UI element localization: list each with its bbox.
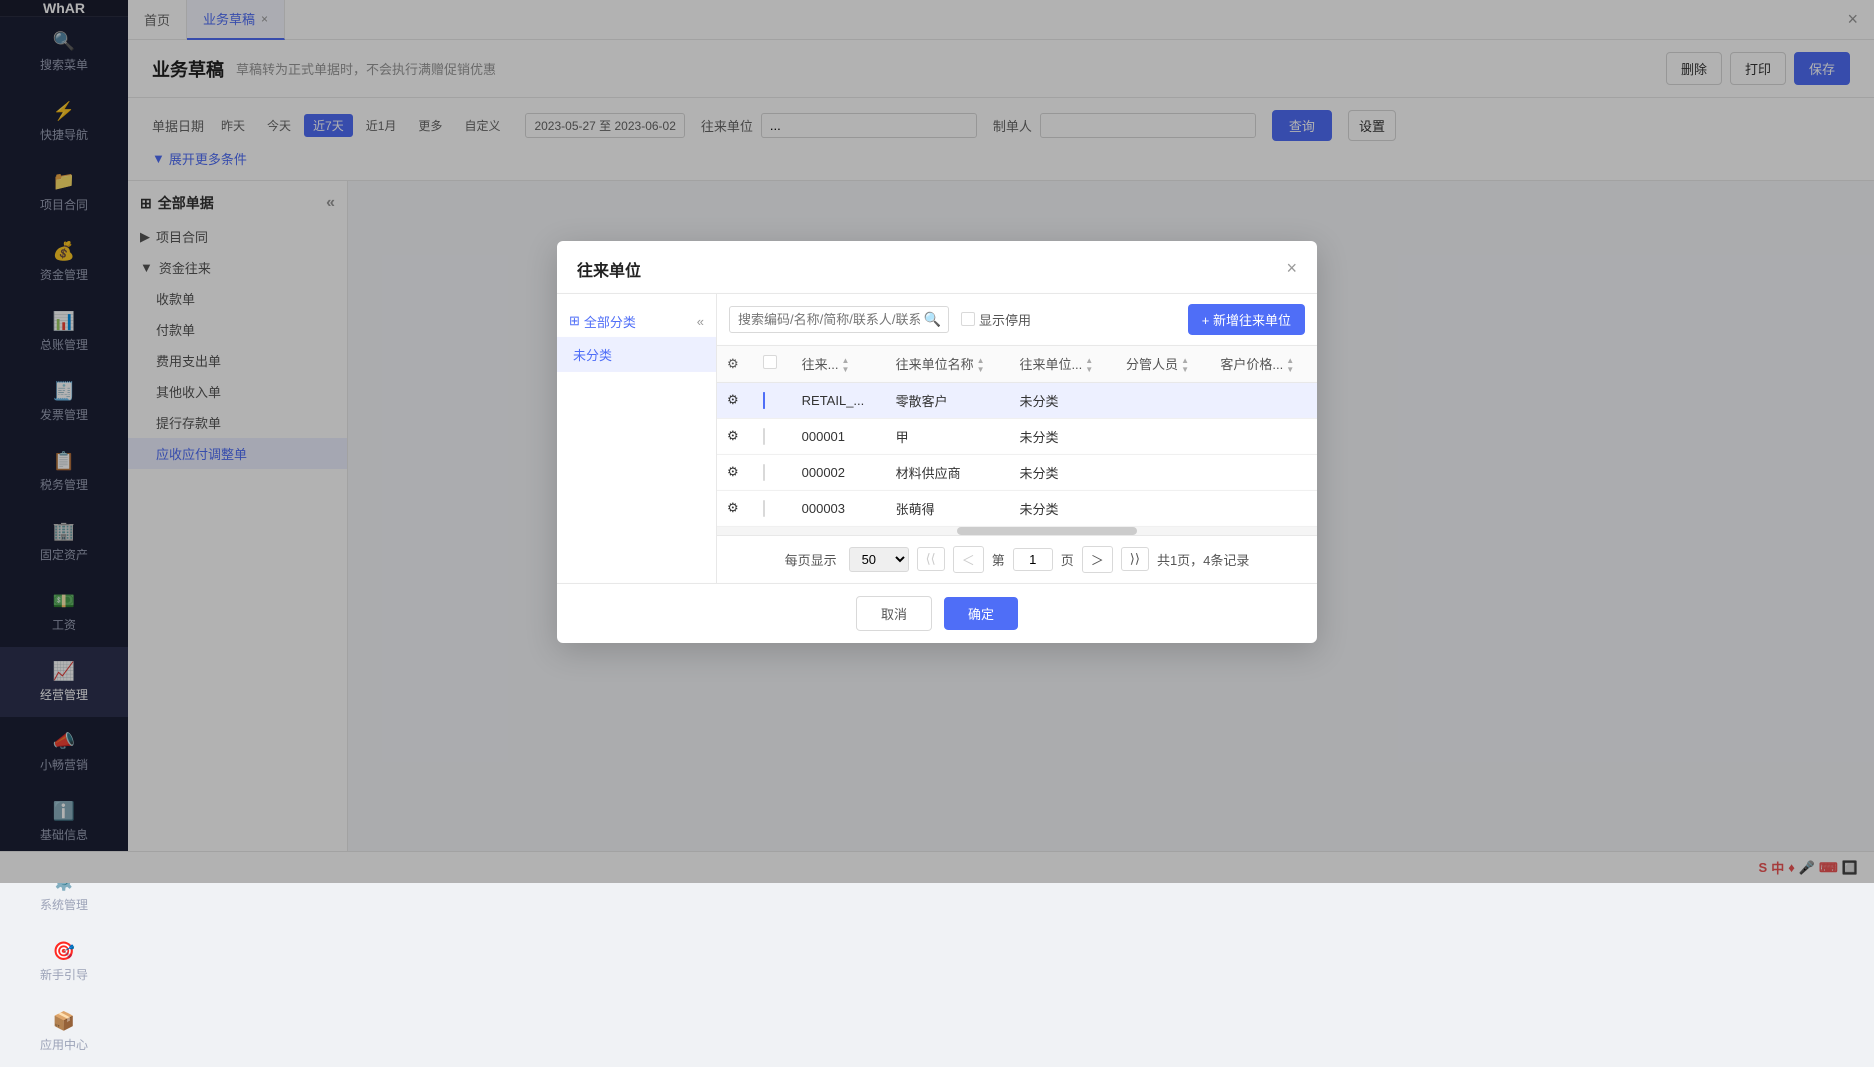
page-suffix: 页 — [1061, 550, 1074, 569]
page-label: 第 — [992, 550, 1005, 569]
col-name: 往来单位名称▲▼ — [886, 345, 1010, 382]
cancel-button[interactable]: 取消 — [856, 596, 932, 631]
show-disabled-toggle[interactable]: 显示停用 — [961, 309, 1031, 328]
newbie-icon: 🎯 — [53, 941, 75, 962]
row-manager — [1116, 418, 1210, 454]
appcenter-icon: 📦 — [53, 1011, 75, 1032]
dialog-category-header: ⊞ 全部分类 « — [557, 305, 716, 336]
row-price-group — [1210, 418, 1317, 454]
dialog-body: ⊞ 全部分类 « 未分类 🔍 显示停用 + 新增往来单位 — [557, 293, 1317, 582]
category-item-uncategorized[interactable]: 未分类 — [557, 336, 716, 371]
row-price-group — [1210, 454, 1317, 490]
row-settings: ⚙ — [717, 418, 753, 454]
search-wrapper: 🔍 — [729, 305, 949, 332]
row-settings: ⚙ — [717, 454, 753, 490]
category-title-area: ⊞ 全部分类 — [569, 311, 636, 330]
total-label: 共1页，4条记录 — [1157, 550, 1249, 569]
dialog-pagination: 每页显示 50 100 200 ⟨⟨ ＜ 第 页 ＞ ⟩⟩ 共1页，4条记录 — [717, 535, 1317, 583]
page-input[interactable] — [1013, 548, 1053, 571]
dialog-header: 往来单位 × — [557, 240, 1317, 293]
dialog-toolbar: 🔍 显示停用 + 新增往来单位 — [717, 293, 1317, 345]
page-prev-btn[interactable]: ＜ — [953, 546, 984, 573]
category-header-label: 全部分类 — [584, 311, 636, 330]
table-row[interactable]: ⚙ RETAIL_... 零散客户 未分类 — [717, 382, 1317, 418]
col-category: 往来单位...▲▼ — [1009, 345, 1116, 382]
row-check[interactable] — [753, 418, 792, 454]
col-settings: ⚙ — [717, 345, 753, 382]
col-price-group: 客户价格...▲▼ — [1210, 345, 1317, 382]
row-code: 000001 — [792, 418, 886, 454]
page-first-btn[interactable]: ⟨⟨ — [917, 547, 945, 571]
table-row[interactable]: ⚙ 000002 材料供应商 未分类 — [717, 454, 1317, 490]
per-page-label: 每页显示 — [785, 550, 837, 569]
row-price-group — [1210, 490, 1317, 526]
partner-dialog: 往来单位 × ⊞ 全部分类 « 未分类 🔍 — [557, 240, 1317, 642]
category-item-label: 未分类 — [573, 347, 612, 362]
grid-icon-small: ⊞ — [569, 313, 580, 329]
dialog-table-panel: 🔍 显示停用 + 新增往来单位 ⚙ 往来...▲▼ 往来单位名称▲▼ — [717, 293, 1317, 582]
row-code: RETAIL_... — [792, 382, 886, 418]
page-next-btn[interactable]: ＞ — [1082, 546, 1113, 573]
row-category: 未分类 — [1009, 454, 1116, 490]
sidebar-item-label: 系统管理 — [40, 896, 88, 913]
dialog-table: ⚙ 往来...▲▼ 往来单位名称▲▼ 往来单位...▲▼ 分管人员▲▼ 客户价格… — [717, 345, 1317, 526]
row-name: 甲 — [886, 418, 1010, 454]
row-manager — [1116, 490, 1210, 526]
table-scrollbar[interactable] — [717, 527, 1317, 535]
row-check[interactable] — [753, 454, 792, 490]
per-page-select[interactable]: 50 100 200 — [849, 547, 909, 572]
table-row[interactable]: ⚙ 000001 甲 未分类 — [717, 418, 1317, 454]
dialog-category-panel: ⊞ 全部分类 « 未分类 — [557, 293, 717, 582]
scrollbar-thumb[interactable] — [957, 527, 1137, 535]
show-disabled-label: 显示停用 — [979, 309, 1031, 328]
search-icon: 🔍 — [924, 310, 941, 327]
row-name: 材料供应商 — [886, 454, 1010, 490]
row-name: 零散客户 — [886, 382, 1010, 418]
row-code: 000002 — [792, 454, 886, 490]
col-manager: 分管人员▲▼ — [1116, 345, 1210, 382]
sidebar-item-label: 应用中心 — [40, 1036, 88, 1053]
show-disabled-checkbox[interactable] — [961, 312, 975, 326]
table-row[interactable]: ⚙ 000003 张萌得 未分类 — [717, 490, 1317, 526]
row-check[interactable] — [753, 382, 792, 418]
sidebar-item-newbie[interactable]: 🎯 新手引导 — [0, 927, 128, 997]
add-partner-button[interactable]: + 新增往来单位 — [1188, 303, 1305, 334]
partner-search-input[interactable] — [729, 305, 949, 332]
page-last-btn[interactable]: ⟩⟩ — [1121, 547, 1149, 571]
dialog-title: 往来单位 — [577, 256, 641, 280]
row-category: 未分类 — [1009, 382, 1116, 418]
sidebar-item-label: 新手引导 — [40, 966, 88, 983]
sidebar-item-appcenter[interactable]: 📦 应用中心 — [0, 997, 128, 1067]
table-header-row: ⚙ 往来...▲▼ 往来单位名称▲▼ 往来单位...▲▼ 分管人员▲▼ 客户价格… — [717, 345, 1317, 382]
col-code: 往来...▲▼ — [792, 345, 886, 382]
row-settings: ⚙ — [717, 490, 753, 526]
row-settings: ⚙ — [717, 382, 753, 418]
row-category: 未分类 — [1009, 418, 1116, 454]
row-manager — [1116, 382, 1210, 418]
row-check[interactable] — [753, 490, 792, 526]
row-manager — [1116, 454, 1210, 490]
confirm-button[interactable]: 确定 — [944, 597, 1018, 630]
row-price-group — [1210, 382, 1317, 418]
dialog-footer: 取消 确定 — [557, 583, 1317, 643]
row-name: 张萌得 — [886, 490, 1010, 526]
col-check — [753, 345, 792, 382]
dialog-close-icon[interactable]: × — [1286, 258, 1297, 279]
partner-table: ⚙ 往来...▲▼ 往来单位名称▲▼ 往来单位...▲▼ 分管人员▲▼ 客户价格… — [717, 345, 1317, 526]
collapse-category-icon[interactable]: « — [697, 313, 704, 328]
row-category: 未分类 — [1009, 490, 1116, 526]
row-code: 000003 — [792, 490, 886, 526]
